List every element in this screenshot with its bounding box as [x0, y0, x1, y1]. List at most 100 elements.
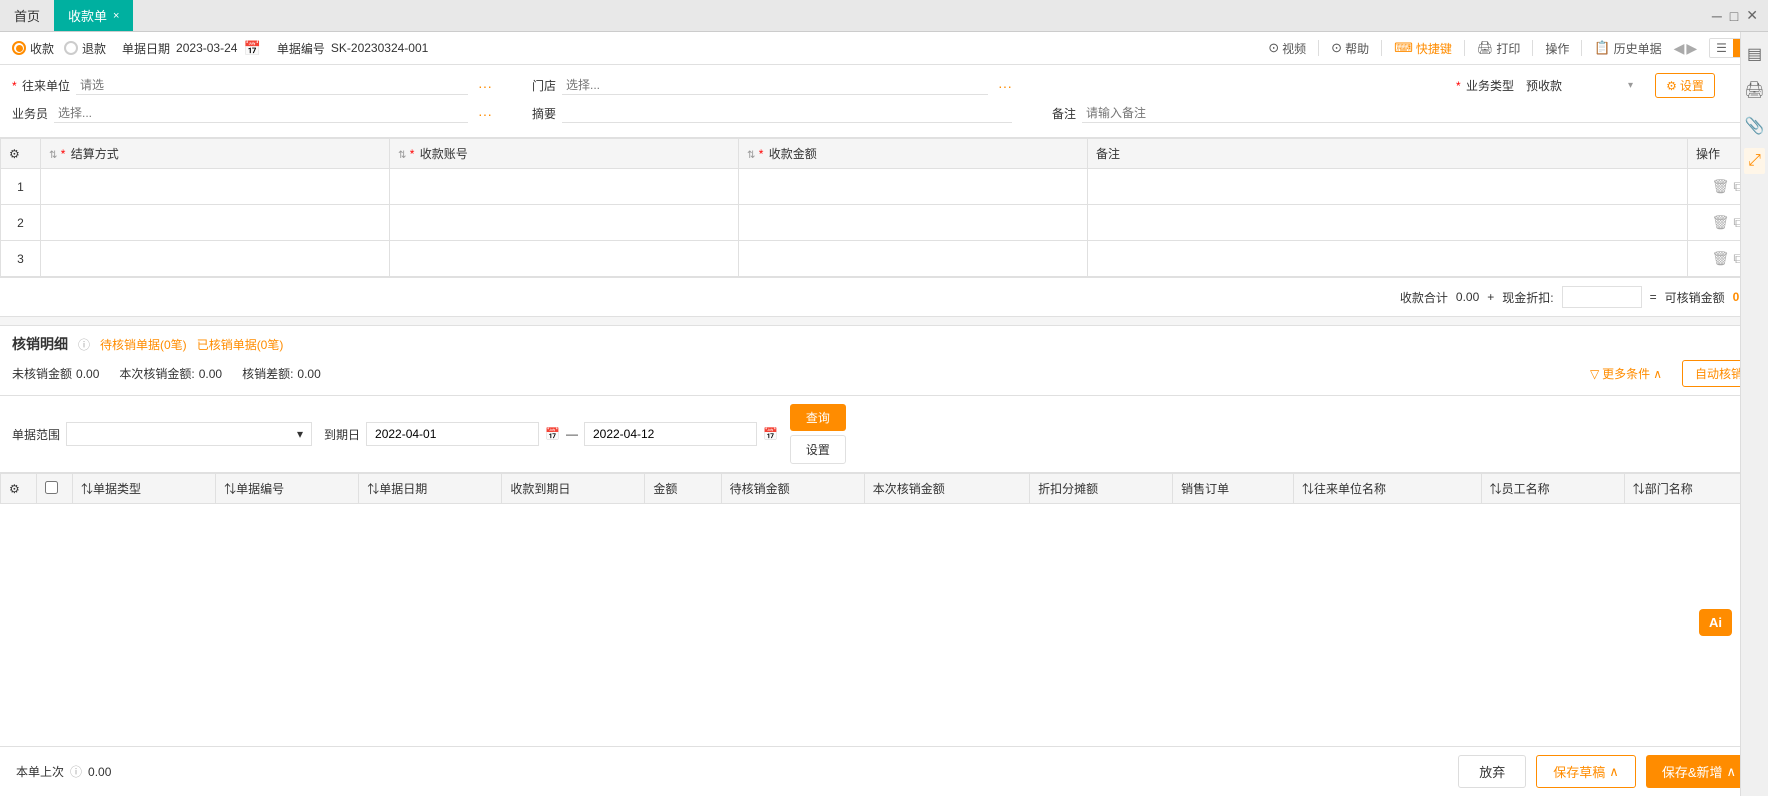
row-account-1[interactable]	[390, 169, 739, 205]
counterpart-label: * 往来单位	[12, 77, 70, 94]
done-tab[interactable]: 已核销单据(0笔)	[197, 336, 284, 353]
row-note-2[interactable]	[1088, 205, 1688, 241]
calendar-icon[interactable]: 📅	[243, 40, 260, 57]
discount-label: 现金折扣:	[1502, 289, 1553, 306]
number-value: SK-20230324-001	[331, 41, 428, 55]
sidebar-table-icon[interactable]: ▤	[1743, 40, 1766, 68]
abandon-button[interactable]: 放弃	[1458, 755, 1526, 788]
filter-buttons: 查询 设置	[790, 404, 846, 464]
range-select[interactable]: ▾	[66, 422, 312, 446]
gear-icon: ⚙	[1666, 79, 1677, 93]
video-btn[interactable]: ⊙ 视频	[1268, 40, 1306, 57]
delete-icon-2[interactable]: 🗑	[1712, 214, 1730, 231]
filter-row: 单据范围 ▾ 到期日 📅 — 📅 查询 设置	[0, 396, 1768, 473]
summary-input[interactable]	[562, 104, 1012, 123]
row-amount-3[interactable]	[739, 241, 1088, 277]
save-label: 保存&新增	[1662, 762, 1723, 781]
pending-tab[interactable]: 待核销单据(0笔)	[100, 336, 187, 353]
biz-type-value: 预收款	[1526, 77, 1562, 94]
cal-end-icon[interactable]: 📅	[763, 427, 778, 441]
row-note-1[interactable]	[1088, 169, 1688, 205]
close-window-icon[interactable]: ✕	[1746, 7, 1758, 24]
bottom-col-pending: 待核销金额	[721, 474, 864, 504]
prev-arrow[interactable]: ◀	[1674, 40, 1685, 57]
this-cancel-label: 本次核销金额:	[119, 365, 194, 382]
row-num-3: 3	[1, 241, 41, 277]
row-settlement-3[interactable]	[41, 241, 390, 277]
radio-receive-dot	[12, 41, 26, 55]
table-row: 1 🗑 ⧉	[1, 169, 1768, 205]
save-button[interactable]: 保存&新增 ∧	[1646, 755, 1752, 788]
bottom-col-date: ⇅单据日期	[359, 474, 502, 504]
tab-home[interactable]: 首页	[0, 0, 54, 31]
row-amount-1[interactable]	[739, 169, 1088, 205]
shop-label: 门店	[532, 77, 556, 94]
bottom-gear-icon[interactable]: ⚙	[9, 482, 20, 496]
form-row-1: * 往来单位 ··· 门店 ··· * 业务类型 预收款 ▾ ⚙	[12, 73, 1756, 98]
more-conditions-btn[interactable]: ▽ 更多条件 ∧	[1590, 365, 1662, 382]
biz-type-required: *	[1456, 79, 1461, 93]
help-btn[interactable]: ⊙ 帮助	[1331, 40, 1369, 57]
radio-refund-dot	[64, 41, 78, 55]
plus-sign: +	[1487, 290, 1494, 304]
sidebar-attach-icon[interactable]: 📎	[1741, 112, 1768, 140]
discount-input[interactable]	[1562, 286, 1642, 308]
history-btn[interactable]: 📋 历史单据	[1594, 40, 1661, 57]
row-account-3[interactable]	[390, 241, 739, 277]
ai-badge[interactable]: Ai	[1699, 609, 1732, 636]
list-view-btn[interactable]: ☰	[1710, 39, 1733, 57]
sidebar-expand-icon[interactable]: ⤢	[1744, 148, 1765, 174]
info-icon[interactable]: ⓘ	[78, 336, 90, 353]
bottom-table: ⚙ ⇅单据类型 ⇅单据编号 ⇅单据日期 收款到期日 金额 待核销金额 本次核销金…	[0, 473, 1768, 504]
restore-icon[interactable]: □	[1730, 8, 1738, 24]
row-settlement-2[interactable]	[41, 205, 390, 241]
biz-type-arrow[interactable]: ▾	[1628, 80, 1633, 91]
note-input[interactable]	[1082, 104, 1756, 123]
info-circle-icon[interactable]: ⓘ	[70, 763, 82, 780]
radio-receive-label: 收款	[30, 40, 54, 57]
form-row-2: 业务员 ··· 摘要 备注	[12, 104, 1756, 123]
bottom-col-counterpart: ⇅往来单位名称	[1293, 474, 1481, 504]
shop-input[interactable]	[562, 76, 988, 95]
footer-left: 本单上次 ⓘ 0.00	[16, 763, 111, 780]
row-settlement-1[interactable]	[41, 169, 390, 205]
staff-input[interactable]	[54, 104, 468, 123]
check-all[interactable]	[45, 481, 58, 494]
cal-start-icon[interactable]: 📅	[545, 427, 560, 441]
bottom-col-staff: ⇅员工名称	[1481, 474, 1624, 504]
next-arrow[interactable]: ▶	[1686, 40, 1697, 57]
date-start-input[interactable]	[366, 422, 539, 446]
staff-more-btn[interactable]: ···	[478, 106, 492, 122]
delete-icon-1[interactable]: 🗑	[1712, 178, 1730, 195]
col-setting-header[interactable]: ⚙	[1, 139, 41, 169]
print-btn[interactable]: 🖨 打印	[1477, 40, 1521, 57]
col-settlement-header: ⇅ * 结算方式	[41, 139, 390, 169]
table-container: ⚙ ⇅ * 结算方式 ⇅ * 收款账号 ⇅ * 收款	[0, 138, 1768, 277]
tab-active[interactable]: 收款单 ×	[54, 0, 133, 31]
row-account-2[interactable]	[390, 205, 739, 241]
delete-icon-3[interactable]: 🗑	[1712, 250, 1730, 267]
draft-button[interactable]: 保存草稿 ∧	[1536, 755, 1636, 788]
bottom-col-gear[interactable]: ⚙	[1, 474, 37, 504]
radio-receive[interactable]: 收款	[12, 40, 54, 57]
action-btn[interactable]: 操作	[1545, 40, 1569, 57]
shop-more-btn[interactable]: ···	[998, 78, 1012, 94]
counterpart-more-btn[interactable]: ···	[478, 78, 492, 94]
bottom-col-check[interactable]	[37, 474, 73, 504]
uncancelled-value: 0.00	[76, 367, 99, 381]
row-note-3[interactable]	[1088, 241, 1688, 277]
table-gear-icon[interactable]: ⚙	[9, 147, 20, 161]
minimize-icon[interactable]: ─	[1712, 8, 1722, 24]
tab-close-icon[interactable]: ×	[113, 10, 119, 22]
sidebar-print-icon[interactable]: 🖨	[1740, 76, 1768, 104]
settings-button[interactable]: ⚙ 设置	[1655, 73, 1715, 98]
row-amount-2[interactable]	[739, 205, 1088, 241]
shortcut-btn[interactable]: ⌨ 快捷键	[1394, 40, 1452, 57]
radio-refund[interactable]: 退款	[64, 40, 106, 57]
counterpart-input[interactable]	[76, 76, 468, 95]
tab-bar: 首页 收款单 × ─ □ ✕	[0, 0, 1768, 32]
date-end-input[interactable]	[584, 422, 757, 446]
right-sidebar: ▤ 🖨 📎 ⤢	[1740, 32, 1768, 796]
filter-setting-button[interactable]: 设置	[790, 435, 846, 464]
query-button[interactable]: 查询	[790, 404, 846, 431]
